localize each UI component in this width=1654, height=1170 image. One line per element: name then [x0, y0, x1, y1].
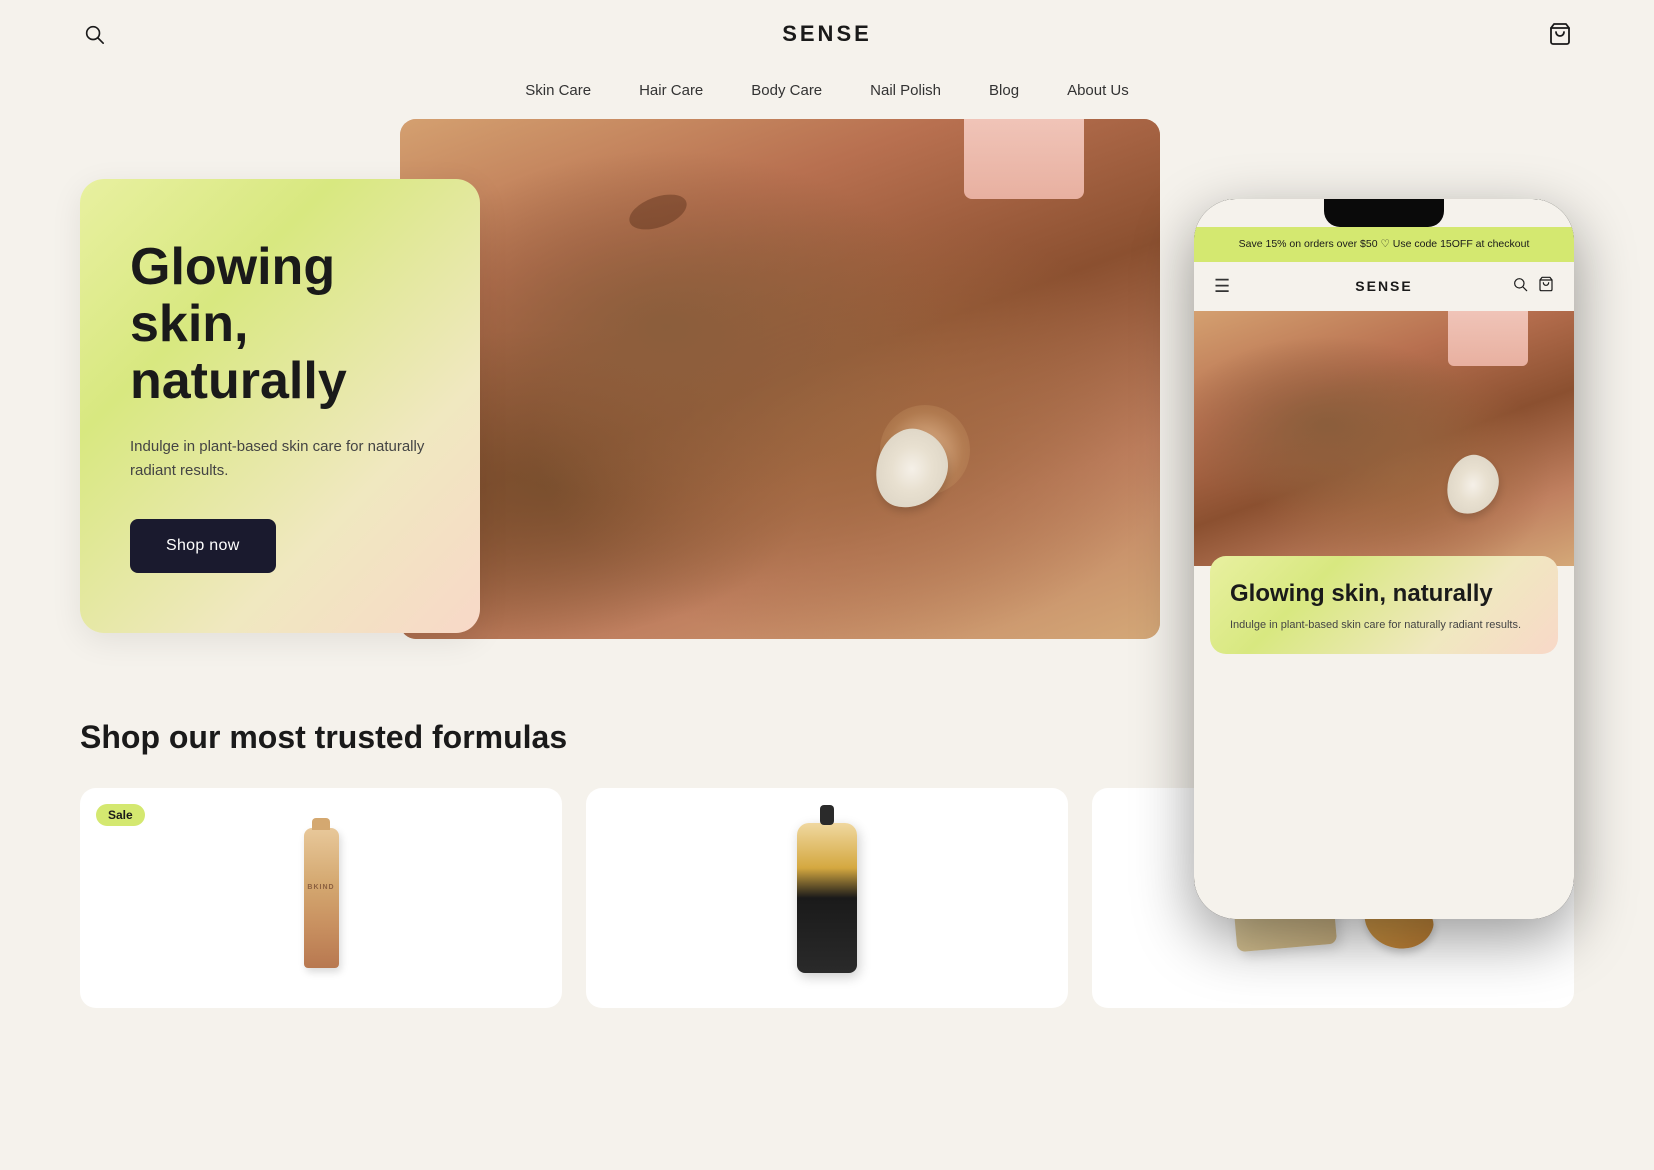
phone-menu-icon[interactable]: ☰	[1214, 276, 1230, 297]
phone-towel-decoration	[1448, 311, 1528, 366]
phone-notch	[1324, 199, 1444, 227]
product-card-1[interactable]: Sale BKIND	[80, 788, 562, 1008]
nav-item-about-us[interactable]: About Us	[1067, 82, 1129, 99]
hero-background-image	[400, 119, 1160, 639]
phone-mockup: Save 15% on orders over $50 ♡ Use code 1…	[1194, 199, 1574, 919]
phone-screen: Save 15% on orders over $50 ♡ Use code 1…	[1194, 199, 1574, 919]
phone-search-icon[interactable]	[1512, 276, 1528, 297]
nav-item-blog[interactable]: Blog	[989, 82, 1019, 99]
towel-decoration	[964, 119, 1084, 199]
product-tube-item: BKIND	[304, 828, 339, 968]
search-icon[interactable]	[80, 20, 108, 48]
hero-subtitle: Indulge in plant-based skin care for nat…	[130, 435, 430, 483]
phone-hero-subtitle: Indulge in plant-based skin care for nat…	[1230, 617, 1538, 634]
phone-hero-title: Glowing skin, naturally	[1230, 580, 1538, 608]
phone-header: ☰ SENSE	[1194, 262, 1574, 311]
brand-logo[interactable]: SENSE	[782, 21, 872, 47]
cart-icon[interactable]	[1546, 20, 1574, 48]
phone-cart-icon[interactable]	[1538, 276, 1554, 297]
hero-section: Glowing skin, naturally Indulge in plant…	[0, 119, 1654, 639]
nav-item-body-care[interactable]: Body Care	[751, 82, 822, 99]
phone-announcement-bar: Save 15% on orders over $50 ♡ Use code 1…	[1194, 227, 1574, 262]
main-nav: Skin Care Hair Care Body Care Nail Polis…	[0, 68, 1654, 119]
product-card-2[interactable]	[586, 788, 1068, 1008]
site-header: SENSE	[0, 0, 1654, 68]
nav-item-nail-polish[interactable]: Nail Polish	[870, 82, 941, 99]
shop-now-button[interactable]: Shop now	[130, 519, 276, 573]
phone-hero-card: Glowing skin, naturally Indulge in plant…	[1210, 556, 1558, 654]
phone-header-icons	[1512, 276, 1554, 297]
product-brand-label: BKIND	[307, 884, 334, 891]
hero-title: Glowing skin, naturally	[130, 239, 430, 411]
hero-text-card: Glowing skin, naturally Indulge in plant…	[80, 179, 480, 633]
product-bottle-item	[797, 823, 857, 973]
nav-item-skin-care[interactable]: Skin Care	[525, 82, 591, 99]
phone-brand-logo[interactable]: SENSE	[1355, 278, 1412, 294]
nav-item-hair-care[interactable]: Hair Care	[639, 82, 703, 99]
sale-badge: Sale	[96, 804, 145, 826]
phone-hero-image	[1194, 311, 1574, 566]
